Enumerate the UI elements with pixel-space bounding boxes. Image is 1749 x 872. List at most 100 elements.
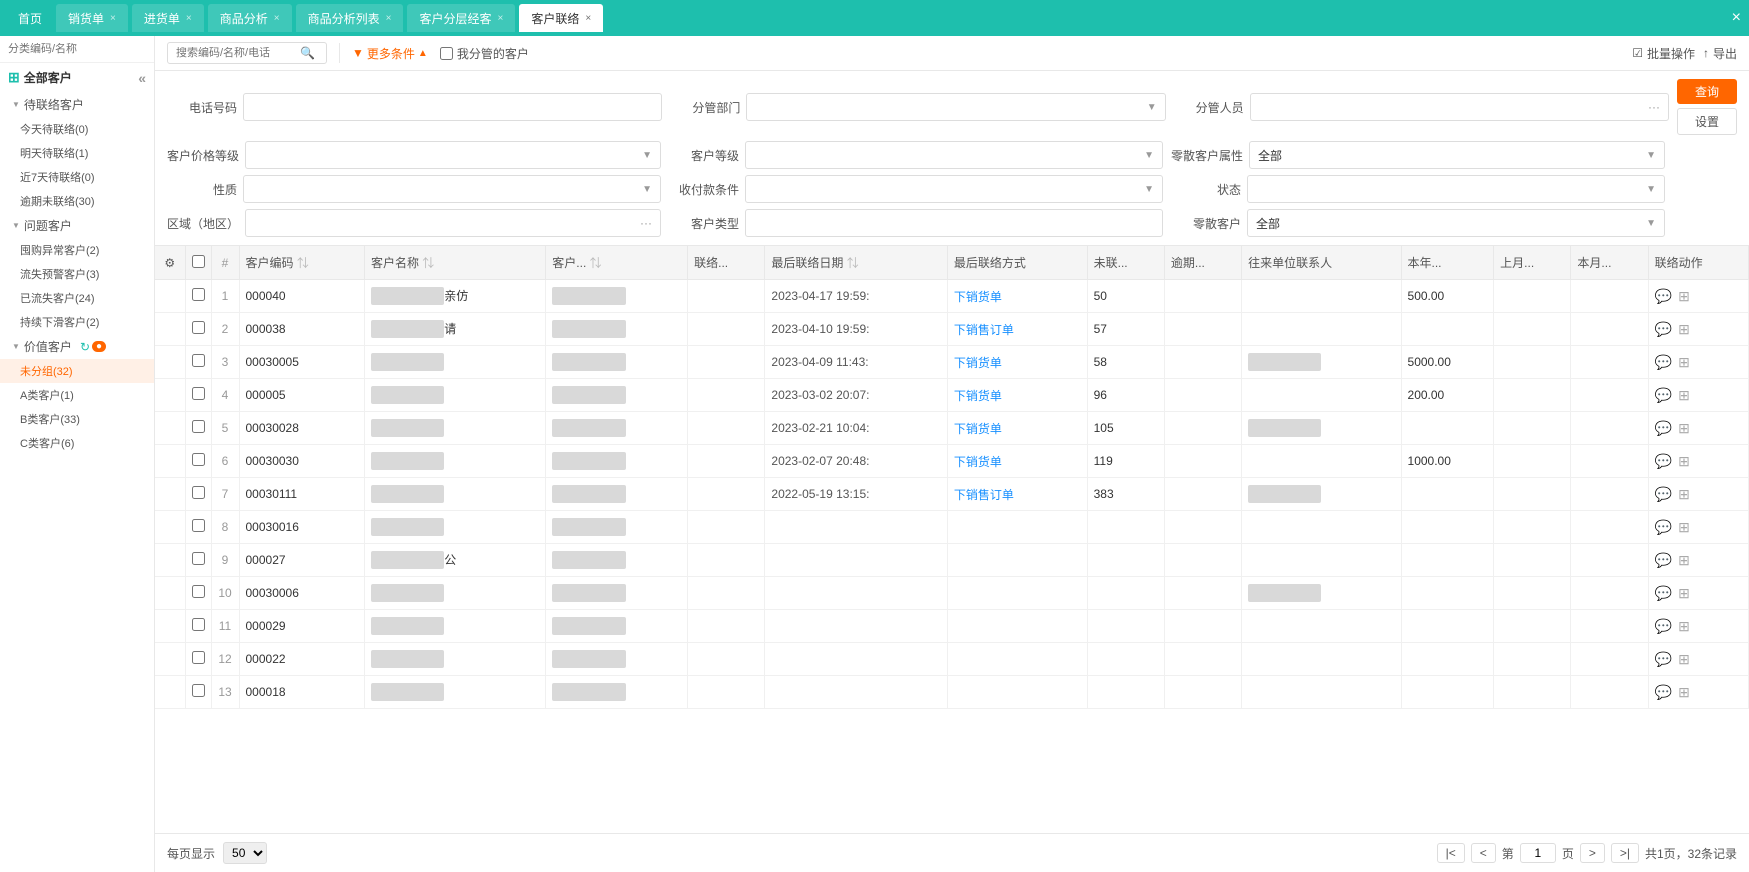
sidebar-item-class-a[interactable]: A类客户(1) — [0, 383, 154, 407]
row-checkbox-cell[interactable] — [185, 445, 211, 478]
refresh-icon[interactable]: ↻ — [80, 340, 90, 354]
row-checkbox-cell[interactable] — [185, 280, 211, 313]
row-checkbox-cell[interactable] — [185, 643, 211, 676]
nav-tab-product-analysis[interactable]: 商品分析 × — [208, 4, 292, 32]
settings-col-header[interactable]: ⚙ — [155, 246, 185, 280]
customer-type-input[interactable] — [745, 209, 1163, 237]
row-checkbox-cell[interactable] — [185, 346, 211, 379]
chat-action-icon[interactable]: 💬 — [1655, 552, 1672, 569]
close-sales-tab[interactable]: × — [110, 13, 116, 24]
my-customers-checkbox[interactable]: 我分管的客户 — [440, 45, 529, 62]
year-col-header[interactable]: 本年... — [1401, 246, 1494, 280]
close-customer-contact-tab[interactable]: × — [585, 13, 591, 24]
main-search-input[interactable] — [176, 47, 296, 59]
nav-home-tab[interactable]: 首页 — [8, 10, 52, 27]
phone-input[interactable] — [243, 93, 662, 121]
this-month-col-header[interactable]: 本月... — [1571, 246, 1648, 280]
chat-action-icon[interactable]: 💬 — [1655, 618, 1672, 635]
page-number-input[interactable] — [1520, 843, 1556, 863]
last-page-button[interactable]: >| — [1611, 843, 1639, 863]
grid-action-icon[interactable]: ⊞ — [1678, 387, 1690, 404]
first-page-button[interactable]: |< — [1437, 843, 1465, 863]
row-checkbox[interactable] — [192, 420, 205, 433]
chat-action-icon[interactable]: 💬 — [1655, 387, 1672, 404]
grid-action-icon[interactable]: ⊞ — [1678, 486, 1690, 503]
chat-action-icon[interactable]: 💬 — [1655, 651, 1672, 668]
row-checkbox[interactable] — [192, 354, 205, 367]
row-checkbox[interactable] — [192, 585, 205, 598]
sidebar-item-class-b[interactable]: B类客户(33) — [0, 407, 154, 431]
problem-section-header[interactable]: ▼ 问题客户 — [0, 213, 154, 238]
sidebar-item-7day-pending[interactable]: 近7天待联络(0) — [0, 165, 154, 189]
row-checkbox-cell[interactable] — [185, 412, 211, 445]
region-dots-icon[interactable]: ··· — [640, 216, 652, 230]
region-input[interactable]: ··· — [245, 209, 661, 237]
row-checkbox[interactable] — [192, 684, 205, 697]
close-purchase-tab[interactable]: × — [186, 13, 192, 24]
chat-action-icon[interactable]: 💬 — [1655, 288, 1672, 305]
last-way-link[interactable]: 下销货单 — [954, 389, 1002, 403]
zero-attr-input[interactable]: 全部 ▼ — [1249, 141, 1665, 169]
row-checkbox-cell[interactable] — [185, 610, 211, 643]
price-level-input[interactable]: ▼ — [245, 141, 661, 169]
last-way-link[interactable]: 下销货单 — [954, 455, 1002, 469]
customer-col-header[interactable]: 客户... ⇅ — [546, 246, 688, 280]
sidebar-item-tomorrow-pending[interactable]: 明天待联络(1) — [0, 141, 154, 165]
sidebar-item-today-pending[interactable]: 今天待联络(0) — [0, 117, 154, 141]
row-checkbox[interactable] — [192, 519, 205, 532]
row-checkbox[interactable] — [192, 387, 205, 400]
dept-input[interactable]: ▼ — [746, 93, 1165, 121]
chat-action-icon[interactable]: 💬 — [1655, 585, 1672, 602]
close-product-list-tab[interactable]: × — [386, 13, 392, 24]
row-checkbox-cell[interactable] — [185, 478, 211, 511]
page-size-select[interactable]: 50 — [223, 842, 267, 864]
last-way-link[interactable]: 下销售订单 — [954, 488, 1014, 502]
chat-action-icon[interactable]: 💬 — [1655, 486, 1672, 503]
sidebar-search-input[interactable] — [8, 43, 150, 55]
nav-tab-customer-tier[interactable]: 客户分层经客 × — [407, 4, 515, 32]
chat-action-icon[interactable]: 💬 — [1655, 420, 1672, 437]
grid-action-icon[interactable]: ⊞ — [1678, 585, 1690, 602]
grid-action-icon[interactable]: ⊞ — [1678, 354, 1690, 371]
select-all-checkbox[interactable] — [192, 255, 205, 268]
row-checkbox-cell[interactable] — [185, 313, 211, 346]
grid-action-icon[interactable]: ⊞ — [1678, 321, 1690, 338]
close-customer-tier-tab[interactable]: × — [497, 13, 503, 24]
export-button[interactable]: ↑ 导出 — [1703, 45, 1737, 62]
grid-action-icon[interactable]: ⊞ — [1678, 618, 1690, 635]
person-input[interactable]: ··· — [1250, 93, 1669, 121]
select-all-col[interactable] — [185, 246, 211, 280]
grid-action-icon[interactable]: ⊞ — [1678, 453, 1690, 470]
sidebar-item-abnormal[interactable]: 囤购异常客户(2) — [0, 238, 154, 262]
code-col-header[interactable]: 客户编码 ⇅ — [239, 246, 364, 280]
row-checkbox[interactable] — [192, 552, 205, 565]
chat-action-icon[interactable]: 💬 — [1655, 354, 1672, 371]
contacts-col-header[interactable]: 往来单位联系人 — [1242, 246, 1401, 280]
last-way-link[interactable]: 下销货单 — [954, 356, 1002, 370]
un-contact-col-header[interactable]: 未联... — [1087, 246, 1164, 280]
collapse-sidebar-icon[interactable]: « — [138, 70, 146, 86]
last-date-col-header[interactable]: 最后联络日期 ⇅ — [765, 246, 948, 280]
row-checkbox-cell[interactable] — [185, 511, 211, 544]
nav-tab-customer-contact[interactable]: 客户联络 × — [519, 4, 603, 32]
last-month-col-header[interactable]: 上月... — [1494, 246, 1571, 280]
row-checkbox[interactable] — [192, 618, 205, 631]
my-customers-check[interactable] — [440, 47, 453, 60]
row-checkbox[interactable] — [192, 288, 205, 301]
sidebar-search-box[interactable]: 🔍 — [0, 36, 154, 63]
grid-action-icon[interactable]: ⊞ — [1678, 288, 1690, 305]
batch-op-button[interactable]: ☑ 批量操作 — [1632, 45, 1695, 62]
chat-action-icon[interactable]: 💬 — [1655, 321, 1672, 338]
zero-customer-input[interactable]: 全部 ▼ — [1247, 209, 1665, 237]
close-product-analysis-tab[interactable]: × — [274, 13, 280, 24]
customer-level-input[interactable]: ▼ — [745, 141, 1163, 169]
row-checkbox[interactable] — [192, 321, 205, 334]
next-page-button[interactable]: > — [1580, 843, 1605, 863]
row-checkbox[interactable] — [192, 486, 205, 499]
value-section-header[interactable]: ▼ 价值客户 ↻ ● — [0, 334, 154, 359]
row-checkbox-cell[interactable] — [185, 379, 211, 412]
row-checkbox-cell[interactable] — [185, 676, 211, 709]
last-way-col-header[interactable]: 最后联络方式 — [947, 246, 1087, 280]
overdue-col-header[interactable]: 逾期... — [1164, 246, 1241, 280]
row-checkbox[interactable] — [192, 651, 205, 664]
